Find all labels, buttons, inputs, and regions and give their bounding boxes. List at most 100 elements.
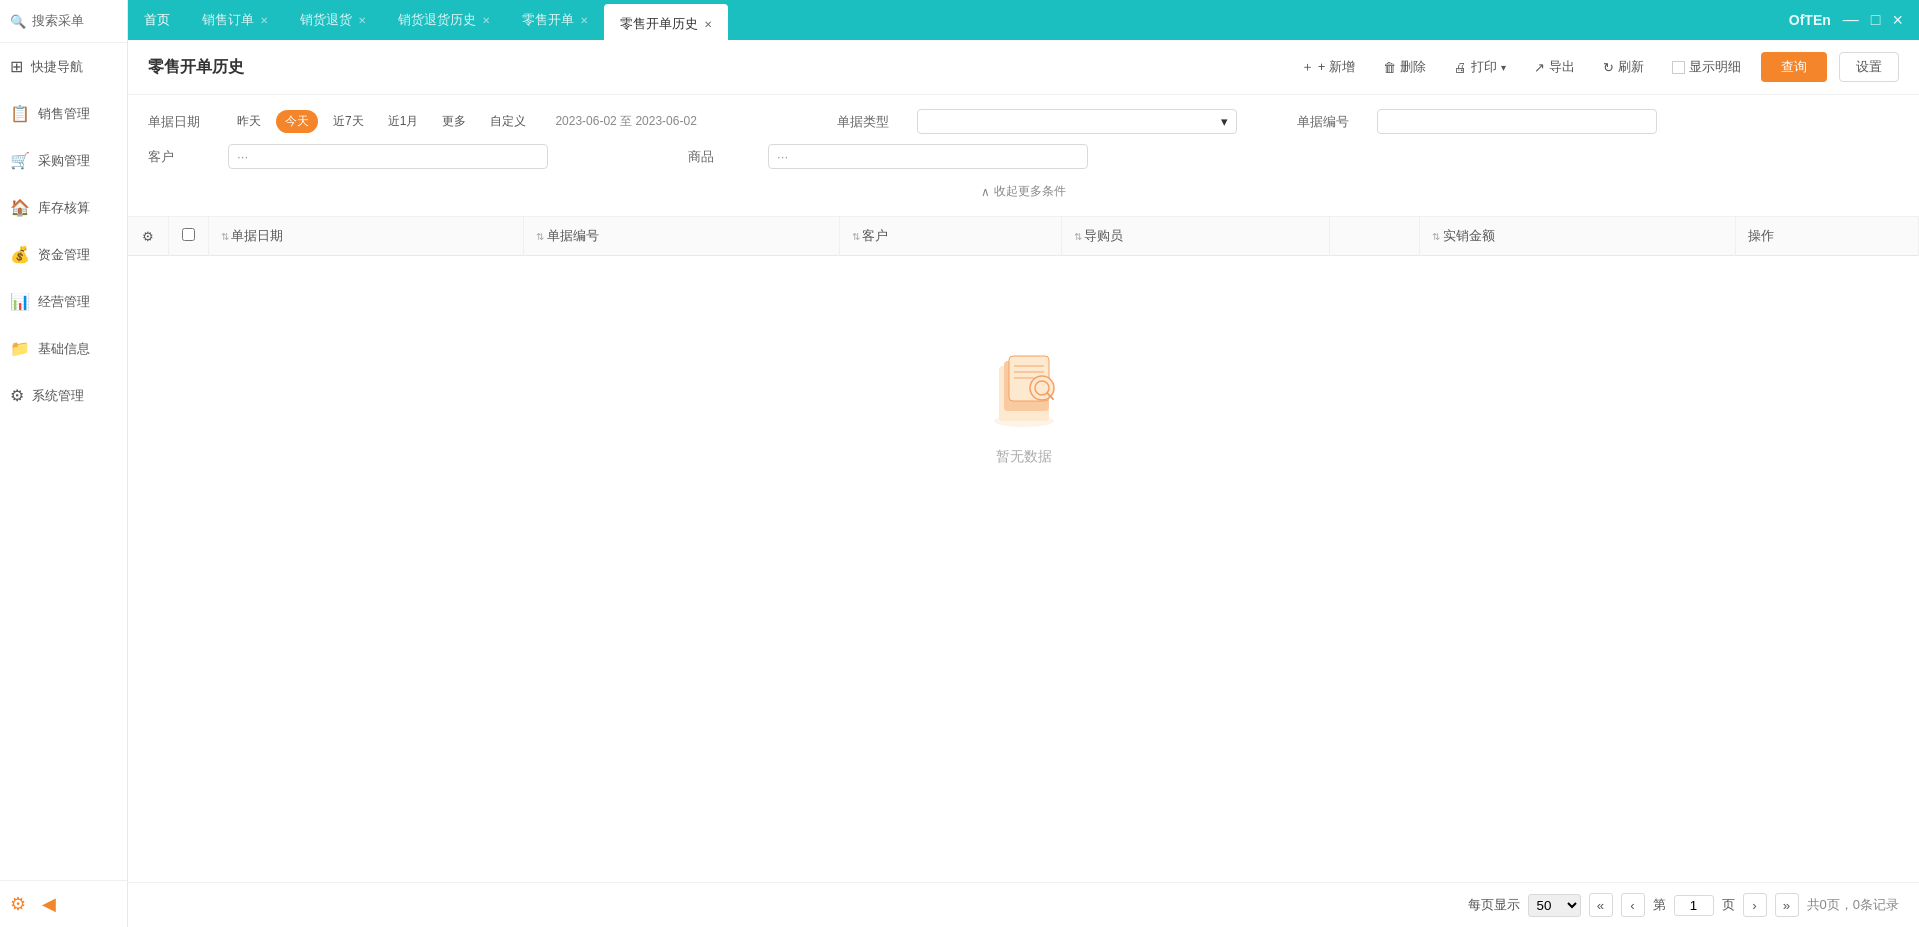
- delete-button[interactable]: 🗑 删除: [1375, 54, 1434, 80]
- window-maximize[interactable]: □: [1871, 11, 1881, 29]
- th-checkbox[interactable]: [168, 217, 208, 256]
- filter-settings-button[interactable]: 设置: [1839, 52, 1899, 82]
- th-guide[interactable]: 导购员: [1061, 217, 1330, 256]
- purchase-mgmt-icon: 🛒: [10, 151, 30, 170]
- query-button[interactable]: 查询: [1761, 52, 1827, 82]
- collapse-filter-button[interactable]: ∧ 收起更多条件: [148, 179, 1899, 208]
- th-settings[interactable]: ⚙: [128, 217, 168, 256]
- date-btn-more[interactable]: 更多: [433, 110, 475, 133]
- window-minimize[interactable]: —: [1843, 11, 1859, 29]
- export-icon: ↗: [1534, 60, 1545, 75]
- sidebar-item-quick-nav[interactable]: ⊞ 快捷导航: [0, 43, 127, 90]
- doc-type-select[interactable]: ▾: [917, 109, 1237, 134]
- sidebar-search[interactable]: 🔍 搜索采单: [0, 0, 127, 43]
- tab-sales-return-history[interactable]: 销货退货历史✕: [382, 0, 506, 40]
- sidebar-item-sales-mgmt[interactable]: 📋 销售管理: [0, 90, 127, 137]
- export-button[interactable]: ↗ 导出: [1526, 54, 1583, 80]
- finance-label: 资金管理: [38, 246, 90, 264]
- data-table: ⚙ 单据日期 单据编号 客户 导购员 实销金额 操作: [128, 217, 1919, 256]
- tab-label-sales-return: 销货退货: [300, 11, 352, 29]
- content-area: 零售开单历史 ＋ + 新增 🗑 删除 🖨 打印 ▾ ↗ 导出: [128, 40, 1919, 927]
- table-container: ⚙ 单据日期 单据编号 客户 导购员 实销金额 操作: [128, 217, 1919, 882]
- operations-icon: 📊: [10, 292, 30, 311]
- settings-bottom-icon[interactable]: ⚙: [10, 893, 26, 915]
- prev-page-button[interactable]: ‹: [1621, 893, 1645, 917]
- tab-label-retail-open: 零售开单: [522, 11, 574, 29]
- finance-icon: 💰: [10, 245, 30, 264]
- add-icon: ＋: [1301, 58, 1314, 76]
- quick-nav-icon: ⊞: [10, 57, 23, 76]
- filter-row-1: 单据日期 昨天 今天 近7天 近1月 更多 自定义 2023-06-02 至 2…: [148, 109, 1899, 134]
- purchase-mgmt-label: 采购管理: [38, 152, 90, 170]
- tab-close-retail-open-history[interactable]: ✕: [704, 19, 712, 30]
- tab-home[interactable]: 首页: [128, 0, 186, 40]
- date-btn-custom[interactable]: 自定义: [481, 110, 535, 133]
- th-amount[interactable]: 实销金额: [1420, 217, 1736, 256]
- last-page-button[interactable]: »: [1775, 893, 1799, 917]
- date-btn-today[interactable]: 今天: [276, 110, 318, 133]
- inventory-icon: 🏠: [10, 198, 30, 217]
- th-doc-no[interactable]: 单据编号: [524, 217, 840, 256]
- checkbox-icon: [1672, 61, 1685, 74]
- page-title: 零售开单历史: [148, 57, 244, 78]
- quick-nav-label: 快捷导航: [31, 58, 83, 76]
- doc-type-chevron-icon: ▾: [1221, 114, 1228, 129]
- product-input[interactable]: [768, 144, 1088, 169]
- sidebar-item-operations[interactable]: 📊 经营管理: [0, 278, 127, 325]
- toolbar: ＋ + 新增 🗑 删除 🖨 打印 ▾ ↗ 导出 ↻: [1293, 52, 1899, 82]
- tab-close-sales-return[interactable]: ✕: [358, 15, 366, 26]
- tab-sales-order[interactable]: 销售订单✕: [186, 0, 284, 40]
- date-quick-select: 昨天 今天 近7天 近1月 更多 自定义: [228, 110, 535, 133]
- th-doc-date[interactable]: 单据日期: [208, 217, 524, 256]
- tab-close-retail-open[interactable]: ✕: [580, 15, 588, 26]
- display-detail-toggle[interactable]: 显示明细: [1664, 54, 1749, 80]
- sidebar-item-system-mgmt[interactable]: ⚙系统管理: [0, 372, 127, 419]
- select-all-checkbox[interactable]: [182, 228, 195, 241]
- pagination: 每页显示 50 10 20 100 « ‹ 第 页 › » 共0页，0条记录: [128, 882, 1919, 927]
- tab-retail-open-history[interactable]: 零售开单历史 ✕: [604, 4, 728, 44]
- first-page-button[interactable]: «: [1589, 893, 1613, 917]
- next-page-button[interactable]: ›: [1743, 893, 1767, 917]
- sales-mgmt-icon: 📋: [10, 104, 30, 123]
- tab-label-retail-open-history: 零售开单历史: [620, 15, 698, 33]
- tab-sales-return[interactable]: 销货退货 ✕: [284, 0, 382, 40]
- sidebar-item-purchase-mgmt[interactable]: 🛒 采购管理: [0, 137, 127, 184]
- tab-bar-right: OfTEn — □ ×: [1789, 10, 1919, 31]
- page-label: 页: [1722, 896, 1735, 914]
- inventory-label: 库存核算: [38, 199, 90, 217]
- tab-close-sales-order[interactable]: ✕: [260, 15, 268, 26]
- brand-name: OfTEn: [1789, 12, 1831, 28]
- sidebar-item-basic-info[interactable]: 📁基础信息: [0, 325, 127, 372]
- collapse-sidebar-icon[interactable]: ◀: [42, 893, 56, 915]
- total-info: 共0页，0条记录: [1807, 896, 1899, 914]
- product-label: 商品: [688, 148, 748, 166]
- sidebar-item-inventory[interactable]: 🏠 库存核算: [0, 184, 127, 231]
- date-btn-7days[interactable]: 近7天: [324, 110, 373, 133]
- tab-label-home: 首页: [144, 11, 170, 29]
- window-close[interactable]: ×: [1892, 10, 1903, 31]
- page-number-input[interactable]: [1674, 895, 1714, 916]
- basic-info-icon: 📁: [10, 339, 30, 358]
- refresh-icon: ↻: [1603, 60, 1614, 75]
- empty-illustration: [974, 336, 1074, 436]
- refresh-button[interactable]: ↻ 刷新: [1595, 54, 1652, 80]
- add-button[interactable]: ＋ + 新增: [1293, 54, 1363, 80]
- sidebar-item-finance[interactable]: 💰 资金管理: [0, 231, 127, 278]
- per-page-select[interactable]: 50 10 20 100: [1528, 894, 1581, 917]
- tab-retail-open[interactable]: 零售开单 ✕: [506, 0, 604, 40]
- th-customer[interactable]: 客户: [839, 217, 1061, 256]
- per-page-label: 每页显示: [1468, 896, 1520, 914]
- sales-mgmt-label: 销售管理: [38, 105, 90, 123]
- print-button[interactable]: 🖨 打印 ▾: [1446, 54, 1514, 80]
- date-btn-1month[interactable]: 近1月: [379, 110, 428, 133]
- doc-no-input[interactable]: [1377, 109, 1657, 134]
- date-btn-yesterday[interactable]: 昨天: [228, 110, 270, 133]
- sidebar-nav: ⊞ 快捷导航 📋 销售管理 🛒 采购管理 🏠 库存核算 💰 资金管理 📊 经营管理 📁基础信息⚙系统管理: [0, 43, 127, 419]
- customer-input[interactable]: [228, 144, 548, 169]
- search-icon: 🔍: [10, 14, 26, 29]
- date-range-display: 2023-06-02 至 2023-06-02: [555, 113, 696, 130]
- tab-bar: 首页销售订单✕销货退货✕销货退货历史✕零售开单✕零售开单历史✕ OfTEn — …: [128, 0, 1919, 40]
- operations-label: 经营管理: [38, 293, 90, 311]
- tab-close-sales-return-history[interactable]: ✕: [482, 15, 490, 26]
- tabs-container: 首页销售订单✕销货退货✕销货退货历史✕零售开单✕零售开单历史✕: [128, 0, 728, 40]
